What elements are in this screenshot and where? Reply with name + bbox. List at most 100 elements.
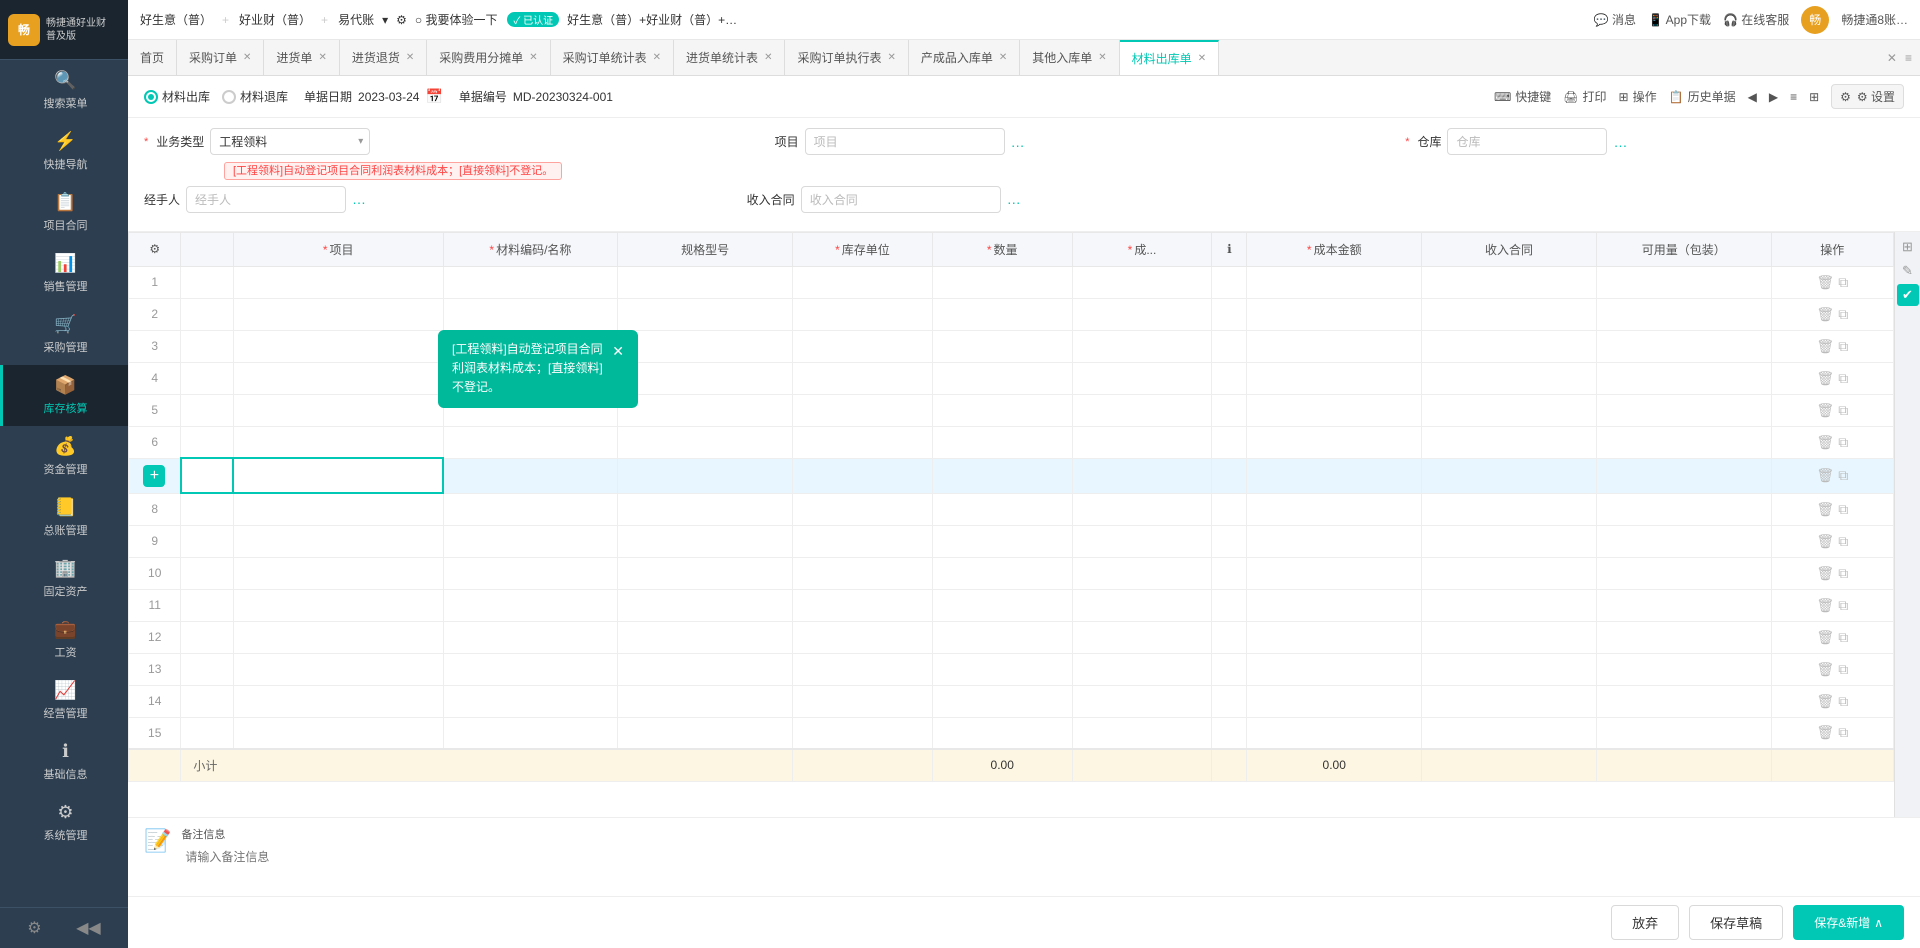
delete-add-row-icon[interactable]: 🗑 (1816, 467, 1834, 484)
copy-row-9-icon[interactable]: ⧉ (1838, 533, 1848, 550)
tab-goods-return[interactable]: 进货退货 ✕ (340, 40, 427, 75)
tab-close-purchase-exec[interactable]: ✕ (887, 52, 895, 63)
project-input[interactable]: 项目 (805, 128, 1005, 155)
topbar-dropdown-arrow[interactable]: ▾ (382, 13, 388, 27)
project-more-button[interactable]: … (1011, 134, 1025, 150)
add-row-button[interactable]: + (143, 465, 165, 487)
topbar-more-items[interactable]: 好生意（普）+好业财（普）+… (567, 11, 737, 28)
tooltip-close-button[interactable]: ✕ (612, 340, 624, 362)
history-button[interactable]: 📋 历史单据 (1669, 88, 1736, 105)
warehouse-more-button[interactable]: … (1613, 134, 1627, 150)
collapse-sidebar-button[interactable]: ◀◀ (76, 918, 101, 938)
tab-purchase-expense[interactable]: 采购费用分摊单 ✕ (427, 40, 550, 75)
handler-input[interactable]: 经手人 (186, 186, 346, 213)
view-list-icon[interactable]: ≡ (1790, 90, 1797, 104)
settings-button[interactable]: ⚙ ⚙ 设置 (1831, 84, 1904, 109)
right-panel-pencil-icon[interactable]: ✎ (1897, 260, 1919, 282)
copy-row-3-icon[interactable]: ⧉ (1838, 338, 1848, 355)
radio-material-return[interactable]: 材料退库 (222, 88, 288, 105)
delete-row-6-icon[interactable]: 🗑 (1816, 434, 1834, 451)
topbar-link-good-finance[interactable]: 好业财（普） (239, 11, 311, 28)
warehouse-input[interactable]: 仓库 (1447, 128, 1607, 155)
date-value[interactable]: 2023-03-24 (358, 90, 419, 104)
income-contract-more-button[interactable]: … (1007, 191, 1021, 207)
tab-close-goods-receipt[interactable]: ✕ (318, 52, 326, 63)
user-avatar[interactable]: 畅 (1801, 6, 1829, 34)
topbar-app-download-button[interactable]: 📱 App下载 (1648, 11, 1711, 28)
topbar-message-button[interactable]: 💬 消息 (1594, 11, 1636, 28)
copy-row-4-icon[interactable]: ⧉ (1838, 370, 1848, 387)
delete-row-11-icon[interactable]: 🗑 (1816, 597, 1834, 614)
copy-row-10-icon[interactable]: ⧉ (1838, 565, 1848, 582)
topbar-link-agency[interactable]: 易代账 (338, 11, 374, 28)
sidebar-item-search[interactable]: 🔍 搜索菜单 (0, 60, 128, 121)
copy-row-12-icon[interactable]: ⧉ (1838, 629, 1848, 646)
tab-home[interactable]: 首页 (128, 40, 177, 75)
delete-row-3-icon[interactable]: 🗑 (1816, 338, 1834, 355)
sidebar-item-operations[interactable]: 📈 经营管理 (0, 670, 128, 731)
operate-button[interactable]: ⊞ 操作 (1619, 88, 1657, 105)
next-record-icon[interactable]: ▶ (1769, 90, 1778, 104)
tab-purchase-exec[interactable]: 采购订单执行表 ✕ (785, 40, 908, 75)
tab-close-all-icon[interactable]: ✕ (1887, 51, 1897, 65)
biz-type-select[interactable]: 工程领料 (210, 128, 370, 155)
topbar-service-button[interactable]: 🎧 在线客服 (1723, 11, 1789, 28)
sidebar-item-finance[interactable]: 💰 资金管理 (0, 426, 128, 487)
sidebar-item-inventory[interactable]: 📦 库存核算 (0, 365, 128, 426)
handler-more-button[interactable]: … (352, 191, 366, 207)
sidebar-item-payroll[interactable]: 💼 工资 (0, 609, 128, 670)
tab-purchase-stats[interactable]: 采购订单统计表 ✕ (551, 40, 674, 75)
notes-textarea[interactable] (181, 844, 344, 880)
view-grid-icon[interactable]: ⊞ (1809, 90, 1819, 104)
save-draft-button[interactable]: 保存草稿 (1689, 905, 1783, 940)
copy-row-8-icon[interactable]: ⧉ (1838, 501, 1848, 518)
tab-close-other-inbound[interactable]: ✕ (1098, 52, 1106, 63)
delete-row-5-icon[interactable]: 🗑 (1816, 402, 1834, 419)
tab-menu-icon[interactable]: ≡ (1905, 51, 1912, 65)
col-settings[interactable]: ⚙ (129, 232, 181, 266)
sidebar-item-system[interactable]: ⚙ 系统管理 (0, 792, 128, 853)
tab-close-goods-return[interactable]: ✕ (406, 52, 414, 63)
tab-purchase-order[interactable]: 采购订单 ✕ (177, 40, 264, 75)
sidebar-item-assets[interactable]: 🏢 固定资产 (0, 548, 128, 609)
tab-product-inbound[interactable]: 产成品入库单 ✕ (909, 40, 1020, 75)
calendar-icon[interactable]: 📅 (425, 88, 442, 105)
delete-row-8-icon[interactable]: 🗑 (1816, 501, 1834, 518)
tab-goods-receipt[interactable]: 进货单 ✕ (264, 40, 339, 75)
copy-row-2-icon[interactable]: ⧉ (1838, 306, 1848, 323)
add-row[interactable]: + 🗑⧉ (129, 458, 1894, 493)
delete-row-15-icon[interactable]: 🗑 (1816, 724, 1834, 741)
tab-close-purchase-order[interactable]: ✕ (243, 52, 251, 63)
delete-row-2-icon[interactable]: 🗑 (1816, 306, 1834, 323)
tab-goods-stats[interactable]: 进货单统计表 ✕ (674, 40, 785, 75)
sidebar-item-purchase[interactable]: 🛒 采购管理 (0, 304, 128, 365)
tab-close-purchase-expense[interactable]: ✕ (529, 52, 537, 63)
copy-row-13-icon[interactable]: ⧉ (1838, 661, 1848, 678)
delete-row-13-icon[interactable]: 🗑 (1816, 661, 1834, 678)
tab-close-goods-stats[interactable]: ✕ (764, 52, 772, 63)
delete-row-4-icon[interactable]: 🗑 (1816, 370, 1834, 387)
tab-close-product-inbound[interactable]: ✕ (999, 52, 1007, 63)
shortcut-key-button[interactable]: ⌨ 快捷键 (1494, 88, 1551, 105)
sidebar-item-project[interactable]: 📋 项目合同 (0, 182, 128, 243)
copy-row-11-icon[interactable]: ⧉ (1838, 597, 1848, 614)
topbar-settings-icon[interactable]: ⚙ (396, 13, 407, 27)
right-panel-active-icon[interactable]: ✔ (1897, 284, 1919, 306)
copy-row-15-icon[interactable]: ⧉ (1838, 724, 1848, 741)
copy-row-1-icon[interactable]: ⧉ (1838, 274, 1848, 291)
tab-close-material-outbound[interactable]: ✕ (1198, 53, 1206, 64)
print-button[interactable]: 🖨 打印 (1563, 88, 1606, 105)
delete-row-1-icon[interactable]: 🗑 (1816, 274, 1834, 291)
delete-row-10-icon[interactable]: 🗑 (1816, 565, 1834, 582)
discard-button[interactable]: 放弃 (1611, 905, 1679, 940)
right-panel-icon-1[interactable]: ⊞ (1897, 236, 1919, 258)
settings-bottom-icon[interactable]: ⚙ (27, 918, 41, 938)
tab-other-inbound[interactable]: 其他入库单 ✕ (1020, 40, 1119, 75)
radio-material-out[interactable]: 材料出库 (144, 88, 210, 105)
sidebar-item-ledger[interactable]: 📒 总账管理 (0, 487, 128, 548)
copy-row-5-icon[interactable]: ⧉ (1838, 402, 1848, 419)
tab-material-outbound[interactable]: 材料出库单 ✕ (1120, 40, 1219, 75)
sidebar-item-shortcut[interactable]: ⚡ 快捷导航 (0, 121, 128, 182)
tab-close-purchase-stats[interactable]: ✕ (653, 52, 661, 63)
prev-record-icon[interactable]: ◀ (1748, 90, 1757, 104)
